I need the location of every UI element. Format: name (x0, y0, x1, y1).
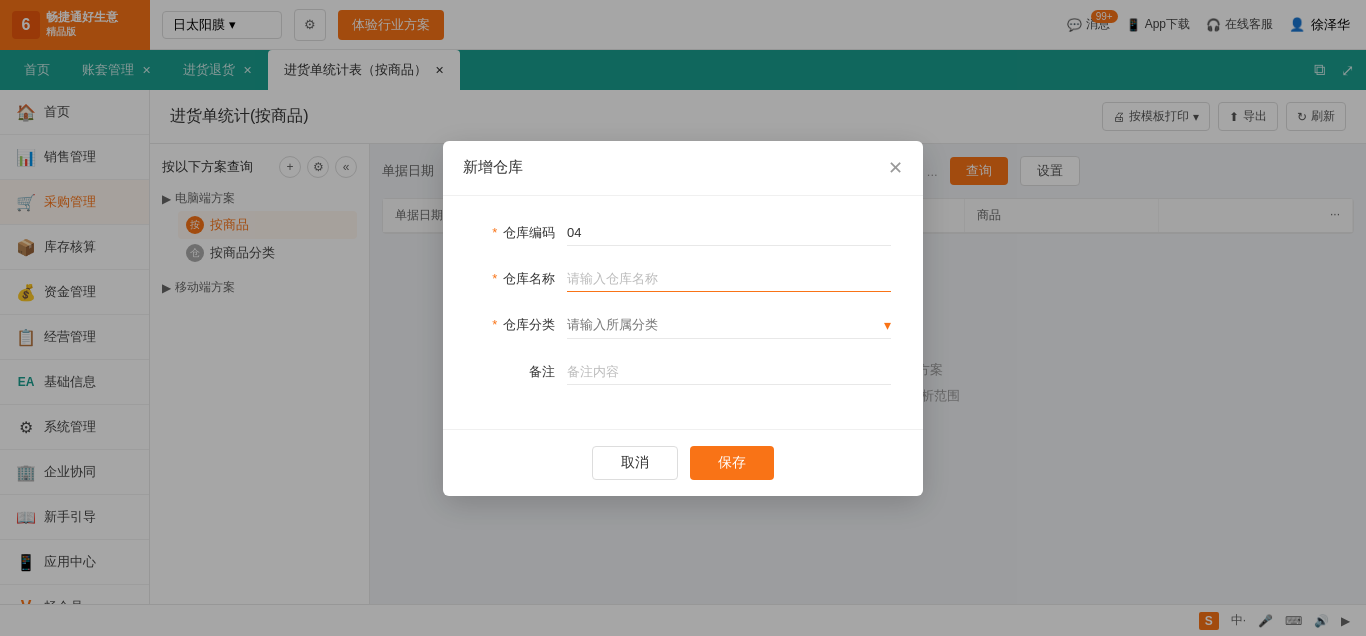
required-star-category: * (492, 317, 497, 332)
remark-label: 备注 (475, 363, 555, 381)
form-row-category: * 仓库分类 ▾ (475, 312, 891, 339)
name-label: * 仓库名称 (475, 270, 555, 288)
modal-title: 新增仓库 (463, 158, 523, 177)
modal-close-button[interactable]: ✕ (888, 157, 903, 179)
required-star-code: * (492, 225, 497, 240)
add-warehouse-modal: 新增仓库 ✕ * 仓库编码 * 仓库名称 (443, 141, 923, 496)
save-button[interactable]: 保存 (690, 446, 774, 480)
category-select-wrapper: ▾ (567, 312, 891, 339)
category-label: * 仓库分类 (475, 316, 555, 334)
form-row-name: * 仓库名称 (475, 266, 891, 292)
warehouse-name-input[interactable] (567, 266, 891, 292)
remark-input[interactable] (567, 359, 891, 385)
modal-header: 新增仓库 ✕ (443, 141, 923, 196)
form-row-code: * 仓库编码 (475, 220, 891, 246)
modal-overlay: 新增仓库 ✕ * 仓库编码 * 仓库名称 (0, 0, 1366, 636)
form-row-remark: 备注 (475, 359, 891, 385)
modal-footer: 取消 保存 (443, 429, 923, 496)
category-dropdown-icon[interactable]: ▾ (884, 317, 891, 333)
modal-body: * 仓库编码 * 仓库名称 * 仓库分类 (443, 196, 923, 429)
code-label: * 仓库编码 (475, 224, 555, 242)
cancel-button[interactable]: 取消 (592, 446, 678, 480)
warehouse-code-input[interactable] (567, 220, 891, 246)
category-select-input[interactable] (567, 317, 884, 332)
required-star-name: * (492, 271, 497, 286)
